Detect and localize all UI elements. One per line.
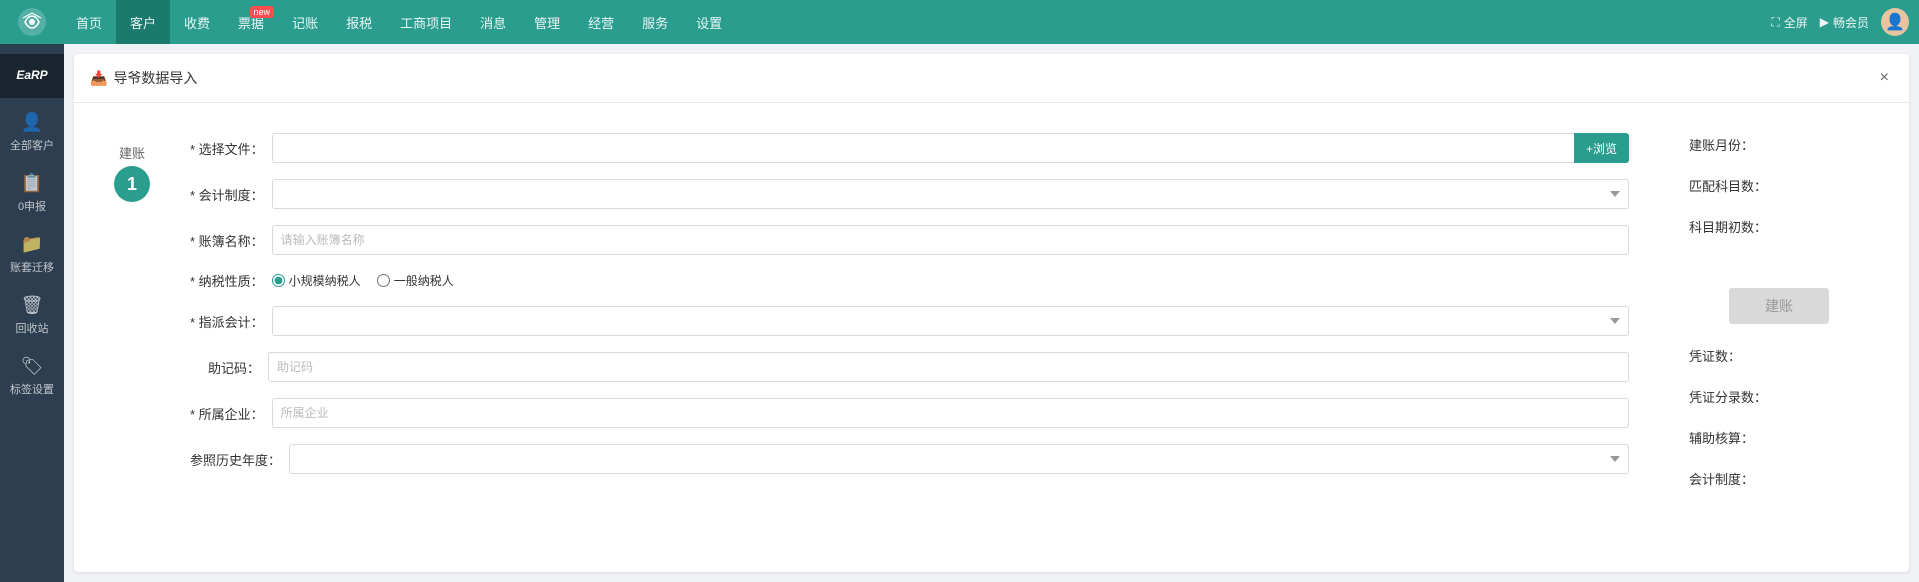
nav-settings[interactable]: 设置 xyxy=(682,0,736,44)
panel-body: 建账 1 * 选择文件： +浏览 xyxy=(74,103,1909,572)
accounting-system-label: * 会计制度： xyxy=(190,185,264,204)
accounting-system-select[interactable] xyxy=(272,179,1629,209)
company-label: * 所属企业： xyxy=(190,404,264,423)
tax-general-radio-input[interactable] xyxy=(377,274,390,287)
assign-accountant-select[interactable] xyxy=(272,306,1629,336)
nav-bookkeeping[interactable]: 记账 xyxy=(278,0,332,44)
browse-button[interactable]: +浏览 xyxy=(1574,133,1629,163)
tax-general-label: 一般纳税人 xyxy=(394,272,454,289)
sidebar-logo: EaRP xyxy=(0,54,64,98)
zero-declaration-icon: 📋 xyxy=(21,173,43,194)
tax-general-radio[interactable]: 一般纳税人 xyxy=(377,272,454,289)
step-indicator: 建账 1 xyxy=(114,133,150,488)
form-with-step: 建账 1 * 选择文件： +浏览 xyxy=(114,133,1869,488)
memo-code-label: 助记码： xyxy=(190,358,260,377)
nav-items: 首页 客户 收费 票据 new 记账 报税 工商项目 消息 管理 经营 服务 设… xyxy=(62,0,1771,44)
panel-title-icon: 📥 xyxy=(90,70,107,87)
ledger-name-row: * 账簿名称： xyxy=(190,225,1629,255)
right-actions: 建账 xyxy=(1689,268,1869,324)
nav-customer[interactable]: 客户 xyxy=(116,0,170,44)
match-subject-item: 匹配科目数： xyxy=(1689,176,1869,195)
tax-small-label: 小规模纳税人 xyxy=(289,272,361,289)
tax-small-radio-input[interactable] xyxy=(272,274,285,287)
member-icon: ▶ xyxy=(1820,15,1829,29)
step-circle: 1 xyxy=(114,166,150,202)
right-column: 建账月份： 匹配科目数： 科目期初数： xyxy=(1689,133,1869,488)
tax-type-row: * 纳税性质： 小规模纳税人 一般纳税人 xyxy=(190,271,1629,290)
main-panel: 📥 导爷数据导入 × 建账 1 xyxy=(74,54,1909,572)
nav-fee[interactable]: 收费 xyxy=(170,0,224,44)
nav-tax[interactable]: 报税 xyxy=(332,0,386,44)
tax-type-radio-group: 小规模纳税人 一般纳税人 xyxy=(272,272,1629,289)
nav-manage[interactable]: 管理 xyxy=(520,0,574,44)
nav-invoice[interactable]: 票据 new xyxy=(224,0,278,44)
avatar-icon: 👤 xyxy=(1885,12,1905,32)
all-customers-icon: 👤 xyxy=(21,112,43,133)
nav-service[interactable]: 服务 xyxy=(628,0,682,44)
period-opening-item: 科目期初数： xyxy=(1689,217,1869,236)
trash-icon: 🗑 xyxy=(21,295,44,316)
sidebar-item-all-customers[interactable]: 👤 全部客户 xyxy=(0,102,64,163)
sidebar-item-trash[interactable]: 🗑 回收站 xyxy=(0,285,64,346)
accounting-system-right-item: 会计制度： xyxy=(1689,469,1869,488)
panel-header: 📥 导爷数据导入 × xyxy=(74,54,1909,103)
tax-type-label: * 纳税性质： xyxy=(190,271,264,290)
voucher-entry-item: 凭证分录数： xyxy=(1689,387,1869,406)
memo-code-row: 助记码： xyxy=(190,352,1629,382)
nav-operation[interactable]: 经营 xyxy=(574,0,628,44)
file-row: * 选择文件： +浏览 xyxy=(190,133,1629,163)
history-year-select[interactable] xyxy=(289,444,1629,474)
history-year-row: 参照历史年度： xyxy=(190,444,1629,474)
memo-code-input[interactable] xyxy=(268,352,1629,382)
build-account-button[interactable]: 建账 xyxy=(1729,288,1829,324)
top-navigation: 首页 客户 收费 票据 new 记账 报税 工商项目 消息 管理 经营 服务 设… xyxy=(0,0,1919,44)
main-layout: EaRP 👤 全部客户 📋 0申报 📁 账套迁移 🗑 回收站 🏷 标签设置 � xyxy=(0,44,1919,582)
sidebar-logo-text: EaRP xyxy=(16,69,47,82)
ledger-name-label: * 账簿名称： xyxy=(190,231,264,250)
assign-accountant-label: * 指派会计： xyxy=(190,312,264,331)
auxiliary-item: 辅助核算： xyxy=(1689,428,1869,447)
fullscreen-btn[interactable]: ⛶ 全屏 xyxy=(1771,14,1807,31)
sidebar-item-tag-settings[interactable]: 🏷 标签设置 xyxy=(0,346,64,407)
account-migration-icon: 📁 xyxy=(21,234,43,255)
accounting-system-row: * 会计制度： xyxy=(190,179,1629,209)
company-input[interactable] xyxy=(272,398,1629,428)
logo xyxy=(10,0,54,44)
sidebar-item-account-migration[interactable]: 📁 账套迁移 xyxy=(0,224,64,285)
file-input-group: +浏览 xyxy=(272,133,1629,163)
nav-message[interactable]: 消息 xyxy=(466,0,520,44)
ledger-name-input[interactable] xyxy=(272,225,1629,255)
close-button[interactable]: × xyxy=(1876,66,1893,90)
nav-right: ⛶ 全屏 ▶ 畅会员 👤 xyxy=(1771,8,1909,36)
build-month-item: 建账月份： xyxy=(1689,135,1869,154)
sidebar: EaRP 👤 全部客户 📋 0申报 📁 账套迁移 🗑 回收站 🏷 标签设置 xyxy=(0,44,64,582)
company-row: * 所属企业： xyxy=(190,398,1629,428)
member-btn[interactable]: ▶ 畅会员 xyxy=(1820,14,1869,31)
nav-business[interactable]: 工商项目 xyxy=(386,0,466,44)
file-input[interactable] xyxy=(272,133,1574,163)
panel-title: 📥 导爷数据导入 xyxy=(90,68,197,88)
sidebar-item-zero-declaration[interactable]: 📋 0申报 xyxy=(0,163,64,224)
content-area: 📥 导爷数据导入 × 建账 1 xyxy=(64,44,1919,582)
avatar[interactable]: 👤 xyxy=(1881,8,1909,36)
file-label: * 选择文件： xyxy=(190,139,264,158)
invoice-badge: new xyxy=(250,6,275,18)
nav-home[interactable]: 首页 xyxy=(62,0,116,44)
form-left-column: * 选择文件： +浏览 * 会计制度： xyxy=(190,133,1629,488)
tag-icon: 🏷 xyxy=(21,356,44,377)
form-section: * 选择文件： +浏览 * 会计制度： xyxy=(190,133,1869,488)
logo-icon xyxy=(18,8,46,36)
history-year-label: 参照历史年度： xyxy=(190,450,281,469)
fullscreen-icon: ⛶ xyxy=(1771,15,1779,30)
step-label: 建账 xyxy=(119,143,145,162)
voucher-count-item: 凭证数： xyxy=(1689,346,1869,365)
tax-small-radio[interactable]: 小规模纳税人 xyxy=(272,272,361,289)
assign-accountant-row: * 指派会计： xyxy=(190,306,1629,336)
